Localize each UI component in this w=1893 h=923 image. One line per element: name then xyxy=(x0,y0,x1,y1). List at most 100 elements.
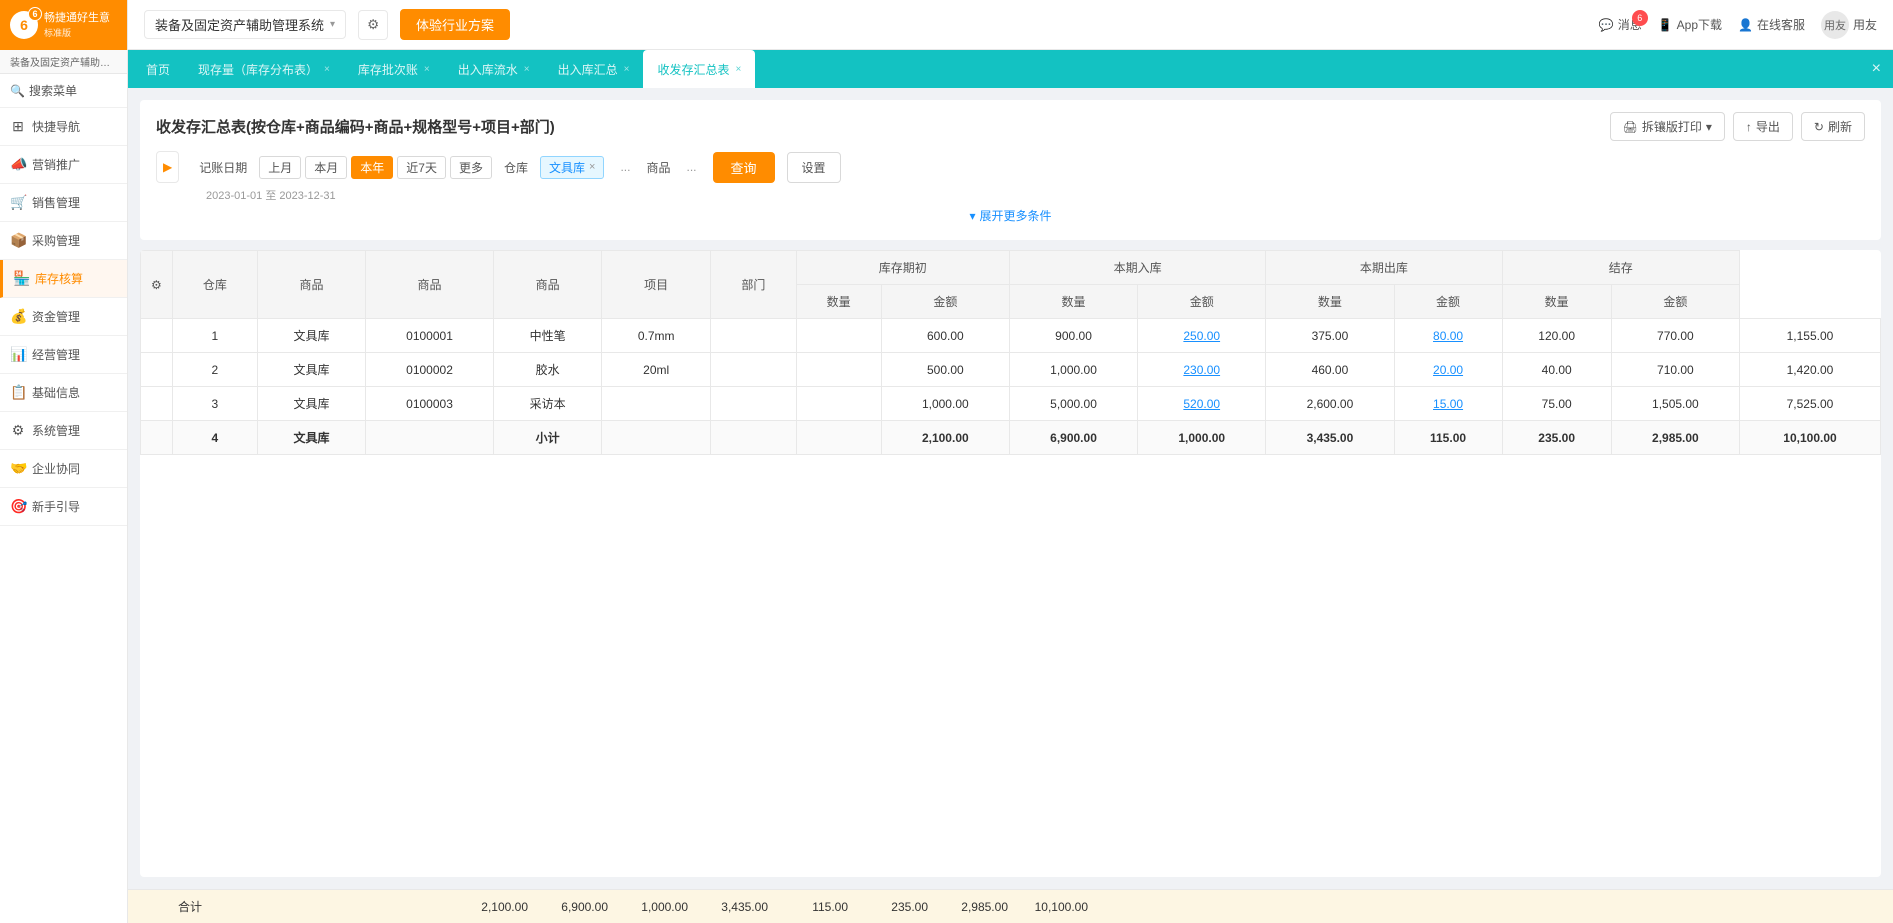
th-in-amt: 金额 xyxy=(1138,285,1266,319)
query-button[interactable]: 查询 xyxy=(713,152,775,183)
sidebar-item-label: 快捷导航 xyxy=(32,118,80,135)
row-in-amt: 460.00 xyxy=(1266,353,1394,387)
trial-button[interactable]: 体验行业方案 xyxy=(400,9,510,40)
row-warehouse: 文具库 xyxy=(257,387,365,421)
tab-inout-flow-label: 出入库流水 xyxy=(458,61,518,78)
print-button[interactable]: 🖨 拆镶版打印 ▾ xyxy=(1610,112,1725,141)
logo-subtitle: 标准版 xyxy=(44,26,110,39)
sidebar-item-label: 经营管理 xyxy=(32,346,80,363)
expand-more-label: 展开更多条件 xyxy=(980,207,1052,224)
sidebar-item-label: 资金管理 xyxy=(32,308,80,325)
tab-close-icon[interactable]: × xyxy=(624,64,630,75)
row-closing-qty: 710.00 xyxy=(1611,353,1739,387)
tab-receive-send[interactable]: 收发存汇总表 × xyxy=(643,50,755,88)
sidebar-item-sales[interactable]: 🛒 销售管理 xyxy=(0,184,127,222)
footer-label: 合计 xyxy=(168,898,458,915)
chevron-down-icon: ▾ xyxy=(330,19,335,30)
row-opening-amt: 6,900.00 xyxy=(1009,421,1137,455)
row-spec xyxy=(602,387,711,421)
sidebar-item-base[interactable]: 📋 基础信息 xyxy=(0,374,127,412)
notification-item[interactable]: 💬 消息 6 xyxy=(1599,16,1642,33)
close-all-tabs-button[interactable]: × xyxy=(1864,60,1889,78)
footer-values: 2,100.00 6,900.00 1,000.00 3,435.00 115.… xyxy=(458,900,1098,914)
purchase-icon: 📦 xyxy=(10,232,26,249)
user-item[interactable]: 用友 用友 xyxy=(1821,11,1877,39)
row-code: 0100003 xyxy=(365,387,493,421)
row-in-qty[interactable]: 230.00 xyxy=(1138,353,1266,387)
refresh-label: 刷新 xyxy=(1828,118,1852,135)
tab-home[interactable]: 首页 xyxy=(132,50,184,88)
logo-badge: 6 xyxy=(28,7,42,21)
row-in-qty[interactable]: 250.00 xyxy=(1138,319,1266,353)
operation-icon: 📊 xyxy=(10,346,26,363)
refresh-button[interactable]: ↻ 刷新 xyxy=(1801,112,1865,141)
warehouse-more-button[interactable]: ... xyxy=(616,158,634,176)
collapse-arrow-button[interactable]: ▶ xyxy=(156,151,179,183)
warehouse-tag-remove[interactable]: × xyxy=(589,161,595,173)
date-btn-last-month[interactable]: 上月 xyxy=(259,156,301,179)
row-out-qty[interactable]: 15.00 xyxy=(1394,387,1502,421)
row-out-qty[interactable]: 20.00 xyxy=(1394,353,1502,387)
row-out-qty[interactable]: 80.00 xyxy=(1394,319,1502,353)
goods-more-button[interactable]: ... xyxy=(683,158,701,176)
th-settings: ⚙ xyxy=(141,251,173,319)
row-project xyxy=(711,421,796,455)
row-name: 采访本 xyxy=(494,387,602,421)
sidebar-item-marketing[interactable]: 📣 营销推广 xyxy=(0,146,127,184)
tab-inout-summary[interactable]: 出入库汇总 × xyxy=(544,50,644,88)
footer-opening-amt: 6,900.00 xyxy=(538,900,618,914)
table-settings-button[interactable]: 设置 xyxy=(787,152,841,183)
tab-close-icon[interactable]: × xyxy=(324,64,330,75)
customer-service-label: 在线客服 xyxy=(1757,16,1805,33)
row-spec: 20ml xyxy=(602,353,711,387)
row-out-amt: 120.00 xyxy=(1502,319,1611,353)
row-code: 0100002 xyxy=(365,353,493,387)
app-download-item[interactable]: 📱 App下载 xyxy=(1658,16,1722,33)
th-goods-spec: 商品 xyxy=(494,251,602,319)
row-name: 小计 xyxy=(494,421,602,455)
gear-button[interactable]: ⚙ xyxy=(358,10,388,40)
tab-batch[interactable]: 库存批次账 × xyxy=(344,50,444,88)
date-btn-7days[interactable]: 近7天 xyxy=(397,156,446,179)
sidebar-item-quick-nav[interactable]: ⊞ 快捷导航 xyxy=(0,108,127,146)
sidebar-item-operation[interactable]: 📊 经营管理 xyxy=(0,336,127,374)
system-selector[interactable]: 装备及固定资产辅助管理系统 ▾ xyxy=(144,10,346,39)
print-chevron: ▾ xyxy=(1706,120,1712,134)
row-opening-qty: 1,000.00 xyxy=(881,387,1009,421)
row-out-amt: 40.00 xyxy=(1502,353,1611,387)
table-row: 2文具库0100002胶水20ml500.001,000.00230.00460… xyxy=(141,353,1881,387)
row-opening-qty: 500.00 xyxy=(881,353,1009,387)
row-warehouse: 文具库 xyxy=(257,319,365,353)
tab-home-label: 首页 xyxy=(146,61,170,78)
sidebar-item-purchase[interactable]: 📦 采购管理 xyxy=(0,222,127,260)
sidebar-item-guide[interactable]: 🎯 新手引导 xyxy=(0,488,127,526)
date-btn-more[interactable]: 更多 xyxy=(450,156,492,179)
date-label: 记账日期 xyxy=(199,159,247,176)
notification-icon: 💬 xyxy=(1599,18,1614,32)
date-btn-this-month[interactable]: 本月 xyxy=(305,156,347,179)
export-icon: ↑ xyxy=(1746,120,1752,134)
tab-close-icon[interactable]: × xyxy=(524,64,530,75)
footer-out-qty: 115.00 xyxy=(778,900,858,914)
footer-closing-amt: 10,100.00 xyxy=(1018,900,1098,914)
expand-more-button[interactable]: ▾ 展开更多条件 xyxy=(156,203,1865,228)
sidebar-item-inventory[interactable]: 🏪 库存核算 xyxy=(0,260,127,298)
sidebar-item-system[interactable]: ⚙ 系统管理 xyxy=(0,412,127,450)
tab-close-icon[interactable]: × xyxy=(424,64,430,75)
system-selector-text: 装备及固定资产辅助管理系统 xyxy=(155,15,324,34)
export-button[interactable]: ↑ 导出 xyxy=(1733,112,1793,141)
customer-service-item[interactable]: 👤 在线客服 xyxy=(1738,16,1805,33)
tab-inout-flow[interactable]: 出入库流水 × xyxy=(444,50,544,88)
row-in-qty: 1,000.00 xyxy=(1138,421,1266,455)
tab-close-icon[interactable]: × xyxy=(735,64,741,75)
date-btn-this-year[interactable]: 本年 xyxy=(351,156,393,179)
logo-title: 畅捷通好生意 xyxy=(44,11,110,25)
tab-inventory-dist[interactable]: 现存量（库存分布表） × xyxy=(184,50,344,88)
sidebar-item-finance[interactable]: 💰 资金管理 xyxy=(0,298,127,336)
search-menu-item[interactable]: 🔍 搜索菜单 xyxy=(0,74,127,108)
sidebar-logo: 6 6 畅捷通好生意 标准版 xyxy=(0,0,127,50)
sidebar-item-corp[interactable]: 🤝 企业协同 xyxy=(0,450,127,488)
row-dept xyxy=(796,319,881,353)
row-in-qty[interactable]: 520.00 xyxy=(1138,387,1266,421)
footer-in-qty: 1,000.00 xyxy=(618,900,698,914)
